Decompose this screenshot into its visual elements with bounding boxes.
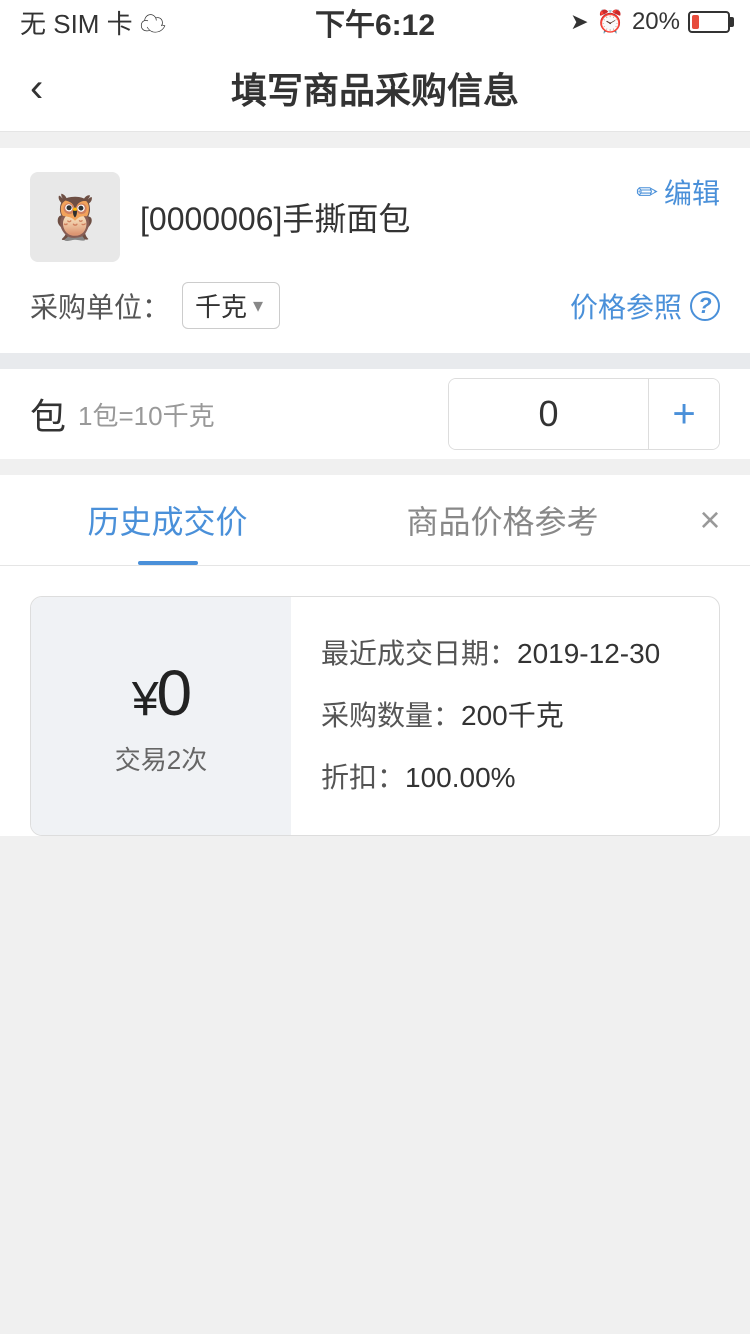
unit-convert: 1包=10千克 [78,396,215,433]
history-qty-row: 采购数量：200千克 [321,695,689,737]
history-price-section: ¥0 交易2次 [31,597,291,835]
unit-row-label: 采购单位： [30,286,170,326]
status-bar: 无 SIM 卡 ☁ 下午6:12 ➤ ⏰ 20% [0,0,750,44]
battery-pct: 20% [632,8,680,36]
divider-bar [0,353,750,369]
dropdown-arrow-icon: ▾ [253,293,263,318]
unit-select[interactable]: 千克 ▾ [182,282,280,329]
history-details: 最近成交日期：2019-12-30 采购数量：200千克 折扣：100.00% [291,597,719,835]
bottom-panel: 历史成交价 商品价格参考 × ¥0 交易2次 最近成交日期：2019-12-30… [0,475,750,836]
tab-product-price-ref[interactable]: 商品价格参考 [335,475,670,565]
price-ref-button[interactable]: 价格参照 ? [570,286,720,326]
status-right: ➤ ⏰ 20% [570,8,730,36]
unit-char: 包 [30,388,66,440]
back-button[interactable]: ‹ [30,68,43,108]
sim-status: 无 SIM 卡 ☁ [20,4,166,41]
price-value: 0 [157,657,191,729]
unit-label: 包 1包=10千克 [30,388,215,440]
product-image-icon: 🦉 [48,191,103,243]
history-trades-count: 交易2次 [115,740,207,777]
nav-bar: ‹ 填写商品采购信息 [0,44,750,132]
status-left: 无 SIM 卡 ☁ [20,4,166,41]
quantity-input[interactable] [449,379,649,449]
history-discount-label: 折扣： [321,762,405,793]
qty-controls: + [448,378,720,450]
qty-plus-button[interactable]: + [649,379,719,449]
product-name: [0000006]手撕面包 [140,194,410,240]
history-qty-label: 采购数量： [321,700,461,731]
history-date-row: 最近成交日期：2019-12-30 [321,633,689,675]
edit-button[interactable]: ✏ 编辑 [636,172,720,212]
edit-label: 编辑 [664,172,720,212]
help-icon: ? [690,291,720,321]
location-icon: ➤ [570,9,588,35]
product-footer: 采购单位： 千克 ▾ 价格参照 ? [30,282,720,329]
unit-row: 采购单位： 千克 ▾ [30,282,280,329]
history-date-label: 最近成交日期： [321,638,517,669]
tab-price-ref-label: 商品价格参考 [406,497,598,543]
history-card: ¥0 交易2次 最近成交日期：2019-12-30 采购数量：200千克 折扣：… [30,596,720,836]
history-date-value: 2019-12-30 [517,638,660,669]
history-qty-value: 200千克 [461,700,564,731]
price-ref-label: 价格参照 [570,286,682,326]
alarm-icon: ⏰ [597,9,624,35]
edit-icon: ✏ [636,177,658,208]
status-time: 下午6:12 [315,0,435,44]
product-image: 🦉 [30,172,120,262]
battery-icon [688,11,730,33]
product-card: 🦉 [0000006]手撕面包 ✏ 编辑 采购单位： 千克 ▾ 价格参照 ? [0,148,750,353]
product-header: 🦉 [0000006]手撕面包 ✏ 编辑 [30,172,720,262]
history-price-display: ¥0 [132,656,190,730]
page-title: 填写商品采购信息 [231,62,519,114]
tab-history-price[interactable]: 历史成交价 [0,475,335,565]
history-discount-value: 100.00% [405,762,516,793]
tab-close-button[interactable]: × [670,475,750,565]
tabs: 历史成交价 商品价格参考 × [0,475,750,566]
unit-value: 千克 [195,287,247,324]
product-info: 🦉 [0000006]手撕面包 [30,172,410,262]
currency-symbol: ¥ [132,673,157,726]
tab-history-label: 历史成交价 [87,497,247,543]
history-discount-row: 折扣：100.00% [321,757,689,799]
quantity-row: 包 1包=10千克 + [0,369,750,459]
